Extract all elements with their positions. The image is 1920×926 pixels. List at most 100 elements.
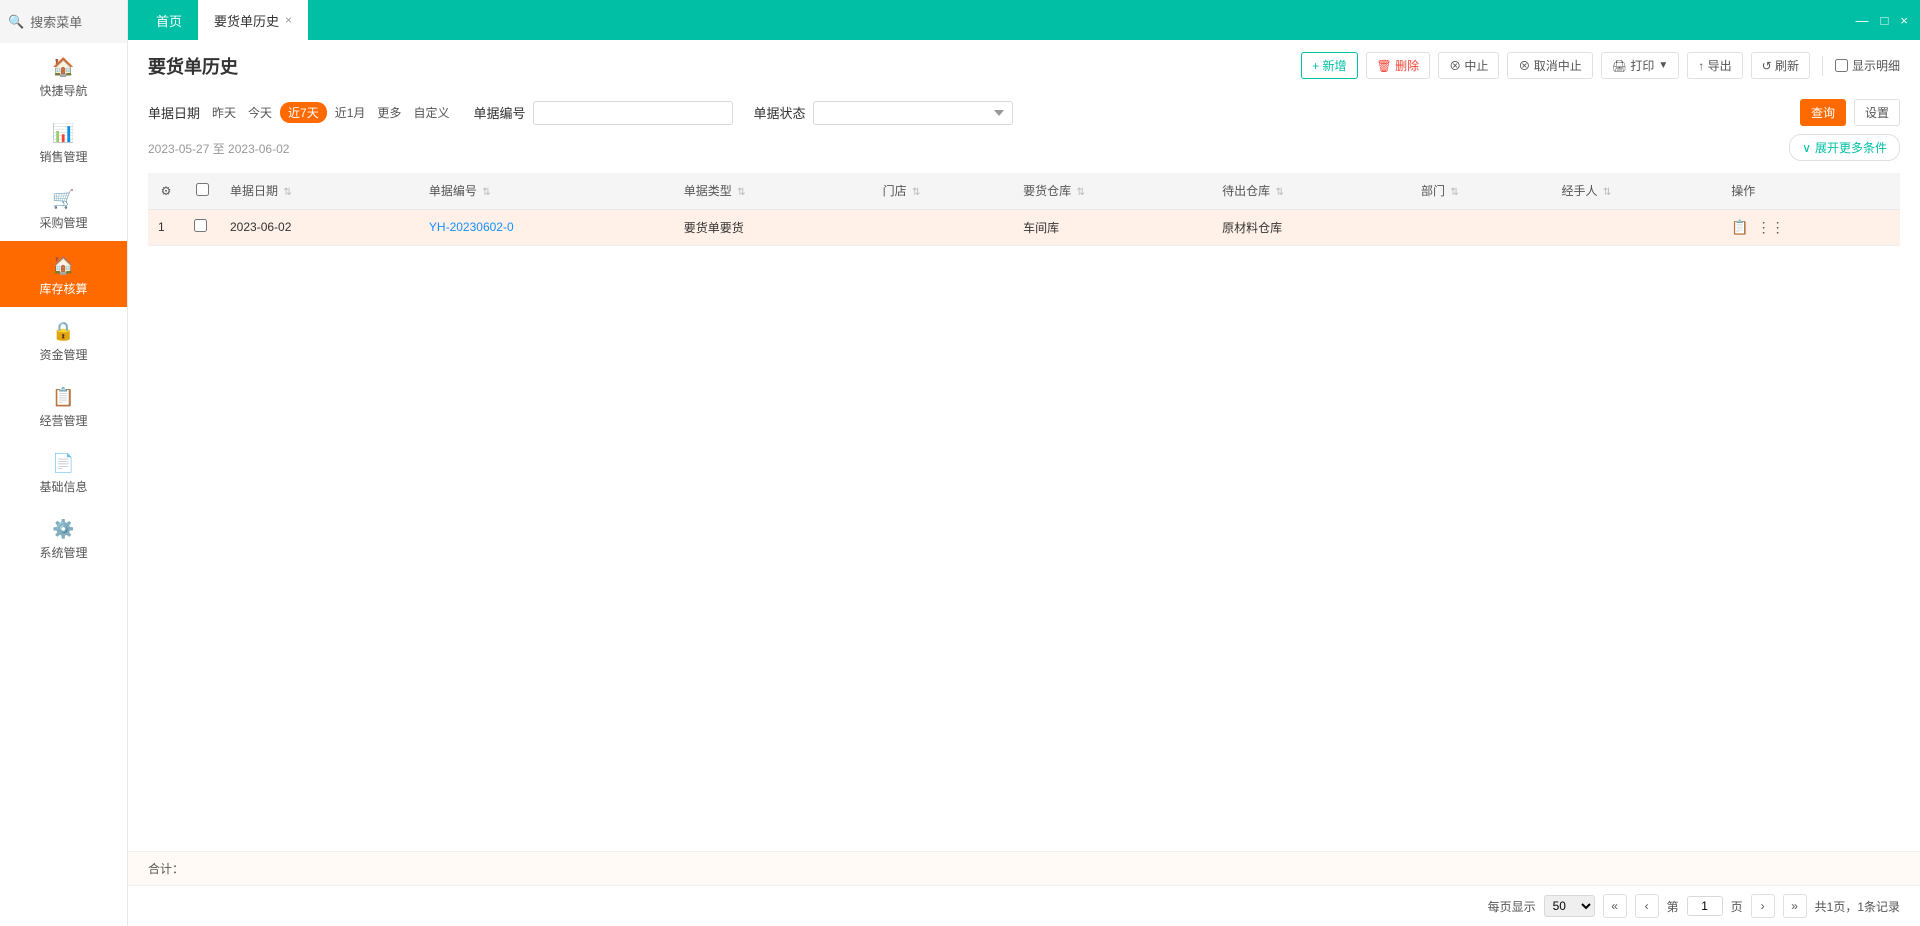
col-handler: 经手人 ⇅ <box>1552 173 1722 209</box>
tab-requisition-history[interactable]: 要货单历史 × <box>198 0 308 40</box>
window-close-btn[interactable]: × <box>1900 13 1908 28</box>
next-page-btn[interactable]: › <box>1751 894 1775 918</box>
page-total-info: 共1页，1条记录 <box>1815 898 1900 915</box>
doc-number-link[interactable]: YH-20230602-0 <box>429 220 514 234</box>
cell-req-warehouse: 车间库 <box>1013 209 1212 245</box>
sidebar-search[interactable]: 🔍 搜索菜单 <box>0 0 127 43</box>
sidebar-item-sales[interactable]: 📊 销售管理 <box>0 109 127 175</box>
base-info-icon: 📄 <box>52 453 74 474</box>
more-btn[interactable]: 更多 <box>373 102 405 123</box>
top-bar: 首页 要货单历史 × — □ × <box>128 0 1920 40</box>
date-filter-group: 单据日期 昨天 今天 近7天 近1月 更多 自定义 <box>148 102 453 123</box>
doc-status-label: 单据状态 <box>753 103 805 122</box>
prev-page-btn[interactable]: ‹ <box>1635 894 1659 918</box>
last1month-btn[interactable]: 近1月 <box>331 102 370 123</box>
stop-button[interactable]: ⊗ 中止 <box>1438 52 1499 79</box>
page-input[interactable] <box>1687 896 1723 916</box>
last-page-btn[interactable]: » <box>1783 894 1807 918</box>
finance-icon: 🔒 <box>52 321 74 342</box>
sort-req-warehouse-icon[interactable]: ⇅ <box>1077 187 1085 198</box>
custom-btn[interactable]: 自定义 <box>409 102 453 123</box>
expand-more-btn[interactable]: ∨ 展开更多条件 <box>1789 134 1900 161</box>
table-row: 1 2023-06-02 YH-20230602-0 要货单要货 车间库 原材料… <box>148 209 1900 245</box>
delete-button[interactable]: 🗑 删除 <box>1366 52 1431 79</box>
export-button[interactable]: ↑ 导出 <box>1687 52 1742 79</box>
filter-row-2: 2023-05-27 至 2023-06-02 ∨ 展开更多条件 <box>148 134 1900 161</box>
show-detail-checkbox[interactable] <box>1835 59 1848 72</box>
col-store: 门店 ⇅ <box>873 173 1014 209</box>
window-minimize-btn[interactable]: — <box>1856 13 1869 28</box>
jump-label: 第 <box>1667 898 1679 915</box>
col-doc-number: 单据编号 ⇅ <box>419 173 674 209</box>
doc-number-label: 单据编号 <box>473 103 525 122</box>
operations-icon: 📋 <box>52 387 74 408</box>
sidebar-item-quick-nav[interactable]: 🏠 快捷导航 <box>0 43 127 109</box>
tab-close-icon[interactable]: × <box>285 13 292 27</box>
doc-status-filter-group: 单据状态 <box>753 101 1013 125</box>
cell-checkbox[interactable] <box>184 209 220 245</box>
sort-doc-number-icon[interactable]: ⇅ <box>482 187 490 198</box>
last7days-btn[interactable]: 近7天 <box>280 102 327 123</box>
new-button[interactable]: + 新增 <box>1301 52 1357 79</box>
sidebar-item-base-info[interactable]: 📄 基础信息 <box>0 439 127 505</box>
sidebar-item-label: 基础信息 <box>39 478 87 495</box>
gear-header[interactable]: ⚙ <box>148 173 184 209</box>
date-range-text: 2023-05-27 至 2023-06-02 <box>148 140 289 157</box>
print-dropdown-icon[interactable]: ▼ <box>1658 60 1668 71</box>
cell-pending-warehouse: 原材料仓库 <box>1212 209 1411 245</box>
sort-pending-warehouse-icon[interactable]: ⇅ <box>1275 187 1283 198</box>
sidebar-item-inventory[interactable]: 🏠 库存核算 <box>0 241 127 307</box>
data-table: ⚙ 单据日期 ⇅ 单据编号 ⇅ 单据类型 <box>148 173 1900 246</box>
edit-icon[interactable]: 📋 <box>1731 219 1748 236</box>
select-all-checkbox[interactable] <box>196 183 209 196</box>
sidebar-item-label: 资金管理 <box>39 346 87 363</box>
sort-doc-type-icon[interactable]: ⇅ <box>737 187 745 198</box>
inventory-icon: 🏠 <box>52 255 74 276</box>
sidebar: 🔍 搜索菜单 🏠 快捷导航 📊 销售管理 🛒 采购管理 🏠 库存核算 🔒 资金管… <box>0 0 128 926</box>
sort-handler-icon[interactable]: ⇅ <box>1603 187 1611 198</box>
sort-department-icon[interactable]: ⇅ <box>1450 187 1458 198</box>
sales-icon: 📊 <box>52 123 74 144</box>
refresh-button[interactable]: ↺ 刷新 <box>1751 52 1810 79</box>
doc-number-input[interactable] <box>533 101 733 125</box>
sidebar-item-label: 经营管理 <box>39 412 87 429</box>
date-shortcuts: 昨天 今天 近7天 近1月 更多 自定义 <box>208 102 453 123</box>
toolbar-divider <box>1822 56 1823 76</box>
tab-home-label: 首页 <box>156 11 182 30</box>
print-button[interactable]: 🖨 打印 ▼ <box>1601 52 1679 79</box>
row-checkbox[interactable] <box>194 219 207 232</box>
cell-doc-date: 2023-06-02 <box>220 209 419 245</box>
sidebar-item-system[interactable]: ⚙️ 系统管理 <box>0 505 127 571</box>
pagination: 每页显示 50 10 20 100 « ‹ 第 页 › » 共1页，1条记录 <box>128 885 1920 926</box>
col-req-warehouse: 要货仓库 ⇅ <box>1013 173 1212 209</box>
sort-store-icon[interactable]: ⇅ <box>912 187 920 198</box>
window-maximize-btn[interactable]: □ <box>1881 13 1889 28</box>
today-btn[interactable]: 今天 <box>244 102 276 123</box>
cell-doc-type: 要货单要货 <box>674 209 873 245</box>
cell-index: 1 <box>148 209 184 245</box>
checkbox-header[interactable] <box>184 173 220 209</box>
cancel-stop-button[interactable]: ⊗ 取消中止 <box>1507 52 1592 79</box>
settings-button[interactable]: 设置 <box>1854 99 1900 126</box>
sidebar-item-label: 库存核算 <box>39 280 87 297</box>
query-button[interactable]: 查询 <box>1800 99 1846 126</box>
main-area: 首页 要货单历史 × — □ × 要货单历史 + 新增 🗑 删除 ⊗ 中止 ⊗ … <box>128 0 1920 926</box>
yesterday-btn[interactable]: 昨天 <box>208 102 240 123</box>
doc-status-select[interactable] <box>813 101 1013 125</box>
table-footer: 合计： <box>128 851 1920 885</box>
home-icon: 🏠 <box>52 57 74 78</box>
sidebar-search-label: 搜索菜单 <box>30 12 82 31</box>
content: 要货单历史 + 新增 🗑 删除 ⊗ 中止 ⊗ 取消中止 🖨 打印 ▼ ↑ 导出 … <box>128 40 1920 926</box>
sidebar-item-label: 采购管理 <box>39 214 87 231</box>
tab-home[interactable]: 首页 <box>140 0 198 40</box>
more-icon[interactable]: ⋮⋮ <box>1757 219 1785 236</box>
sidebar-item-finance[interactable]: 🔒 资金管理 <box>0 307 127 373</box>
col-doc-type: 单据类型 ⇅ <box>674 173 873 209</box>
per-page-select[interactable]: 50 10 20 100 <box>1544 895 1595 917</box>
show-detail-label[interactable]: 显示明细 <box>1835 57 1900 74</box>
first-page-btn[interactable]: « <box>1603 894 1627 918</box>
cell-department <box>1411 209 1552 245</box>
sidebar-item-operations[interactable]: 📋 经营管理 <box>0 373 127 439</box>
sidebar-item-purchase[interactable]: 🛒 采购管理 <box>0 175 127 241</box>
sort-doc-date-icon[interactable]: ⇅ <box>283 187 291 198</box>
